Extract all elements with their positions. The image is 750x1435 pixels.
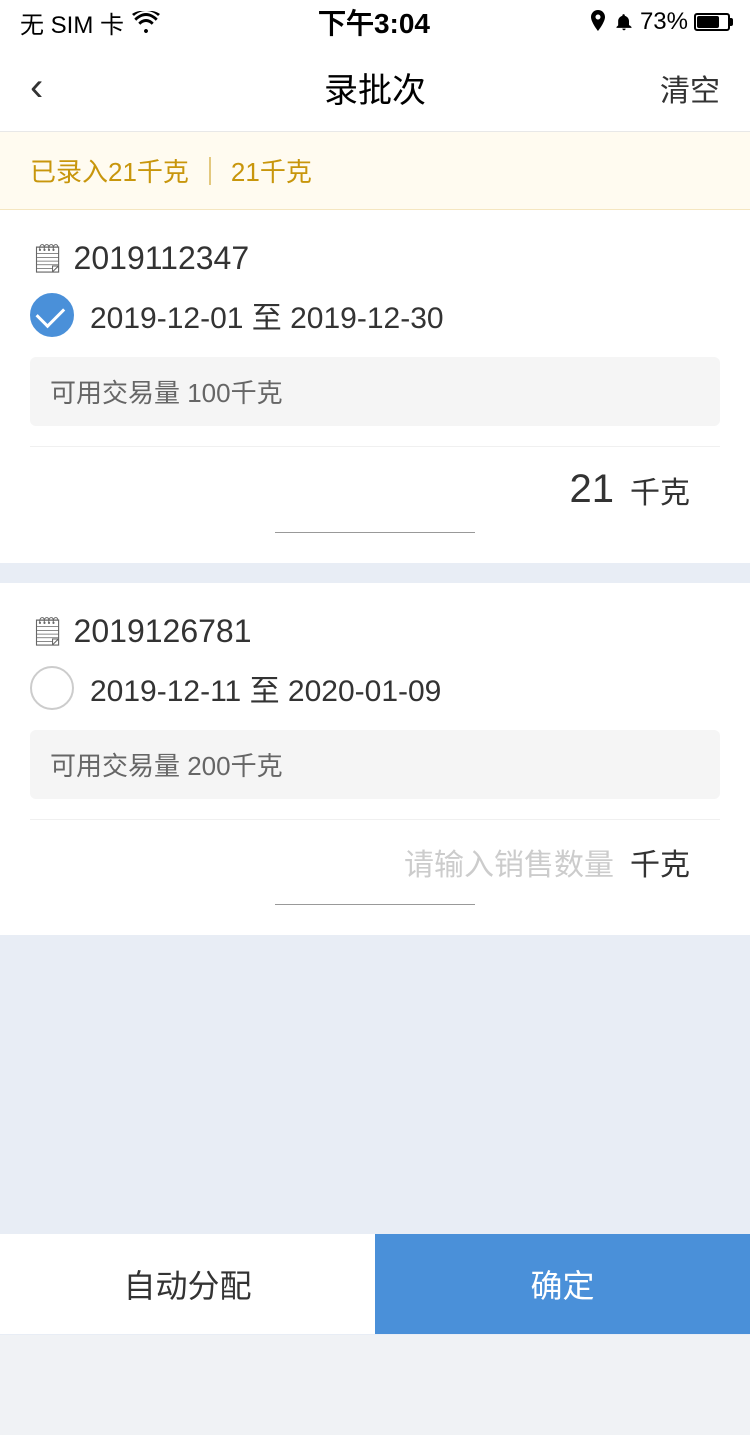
location-icon (588, 10, 608, 34)
battery-icon (694, 13, 730, 31)
batch2-date-range: 2019-12-11 至 2020-01-09 (90, 666, 441, 710)
summary-recorded: 已录入21千克 (30, 152, 189, 189)
back-button[interactable]: ‹ (30, 65, 90, 110)
batch2-input-row: 请输入销售数量 千克 (30, 819, 720, 904)
batch1-header: 🗒 2019112347 (30, 240, 720, 277)
batch2-header: 🗒 2019126781 (30, 613, 720, 650)
confirm-button[interactable]: 确定 (375, 1234, 750, 1334)
batch2-underline (275, 904, 475, 905)
summary-divider (209, 157, 211, 185)
batch1-quantity[interactable]: 21 (534, 467, 614, 512)
bottom-bar: 自动分配 确定 (0, 1234, 750, 1334)
batch2-id: 2019126781 (74, 613, 252, 650)
batch1-available: 可用交易量 100千克 (30, 357, 720, 426)
status-left: 无 SIM 卡 (20, 5, 160, 40)
bottom-spacer (0, 1335, 750, 1435)
status-right: 73% (588, 8, 730, 36)
batch1-underline (275, 532, 475, 533)
no-sim-text: 无 SIM 卡 (20, 5, 124, 40)
batch1-divider-wrap (0, 532, 750, 563)
batch2-radio[interactable] (30, 666, 74, 710)
doc-icon-1: 🗒 (30, 242, 66, 275)
batch1-radio[interactable] (30, 293, 74, 337)
batch2-select-row[interactable]: 2019-12-11 至 2020-01-09 (30, 666, 720, 710)
battery-percent: 73% (640, 8, 688, 36)
summary-bar: 已录入21千克 21千克 (0, 132, 750, 210)
doc-icon-2: 🗒 (30, 615, 66, 648)
batch2-available: 可用交易量 200千克 (30, 730, 720, 799)
batch1-id: 2019112347 (74, 240, 250, 277)
wifi-icon (132, 11, 160, 33)
batch2-unit: 千克 (630, 840, 690, 884)
batch1-unit: 千克 (630, 468, 690, 512)
status-time: 下午3:04 (318, 2, 430, 42)
clear-button[interactable]: 清空 (660, 66, 720, 110)
summary-value: 21千克 (231, 152, 312, 189)
auto-distribute-button[interactable]: 自动分配 (0, 1234, 375, 1334)
batch1-card: 🗒 2019112347 2019-12-01 至 2019-12-30 可用交… (0, 210, 750, 532)
page-title: 录批次 (324, 63, 426, 112)
batch2-card: 🗒 2019126781 2019-12-11 至 2020-01-09 可用交… (0, 583, 750, 904)
section-divider (0, 563, 750, 583)
status-bar: 无 SIM 卡 下午3:04 73% (0, 0, 750, 44)
batch2-divider-wrap (0, 904, 750, 935)
batch1-date-range: 2019-12-01 至 2019-12-30 (90, 293, 444, 337)
batch1-select-row[interactable]: 2019-12-01 至 2019-12-30 (30, 293, 720, 337)
batch2-quantity-placeholder[interactable]: 请输入销售数量 (60, 840, 614, 884)
batch1-input-row: 21 千克 (30, 446, 720, 532)
alarm-icon (614, 10, 634, 34)
nav-bar: ‹ 录批次 清空 (0, 44, 750, 132)
